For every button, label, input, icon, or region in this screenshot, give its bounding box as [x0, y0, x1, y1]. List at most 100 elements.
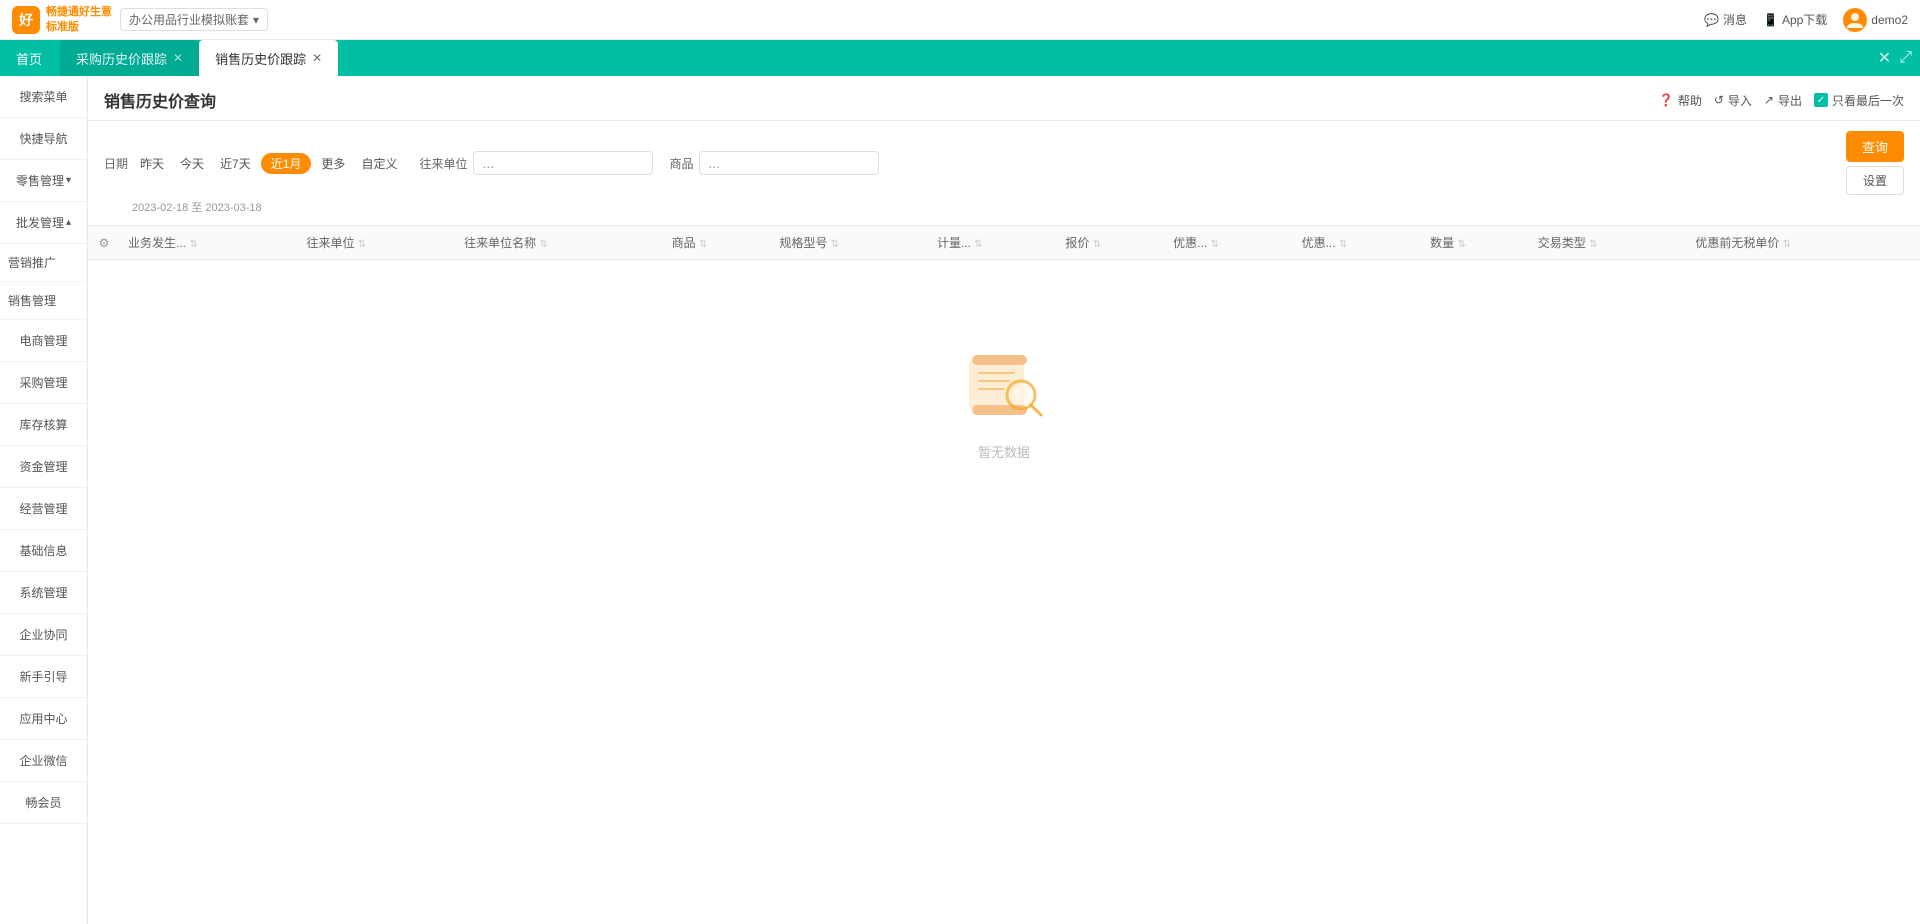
th-pre-tax-price[interactable]: 优惠前无税单价 ⇅ [1687, 226, 1920, 260]
sidebar-item-beginner[interactable]: 新手引导 [0, 656, 87, 698]
date-btn-more[interactable]: 更多 [315, 153, 351, 174]
sidebar-item-operations[interactable]: 经营管理 [0, 488, 87, 530]
message-icon: 💬 [1704, 13, 1719, 27]
th-gear[interactable]: ⚙ [88, 226, 120, 260]
top-bar: 好 畅捷通好生意 标准版 办公用品行业模拟账套 ▾ 💬 消息 📱 App下载 [0, 0, 1920, 40]
app-download-button[interactable]: 📱 App下载 [1763, 11, 1827, 28]
th-spec[interactable]: 规格型号 ⇅ [771, 226, 929, 260]
top-bar-left: 好 畅捷通好生意 标准版 办公用品行业模拟账套 ▾ [12, 5, 268, 34]
sidebar-item-ecommerce[interactable]: 电商管理 [0, 320, 87, 362]
sidebar-item-system-mgmt[interactable]: 系统管理 [0, 572, 87, 614]
setting-button[interactable]: 设置 [1846, 166, 1904, 195]
th-discount1[interactable]: 优惠... ⇅ [1165, 226, 1293, 260]
date-btn-1month[interactable]: 近1月 [261, 153, 312, 174]
th-discount2[interactable]: 优惠... ⇅ [1294, 226, 1422, 260]
th-unit[interactable]: 计量... ⇅ [929, 226, 1057, 260]
partner-filter: 往来单位 ... [419, 151, 653, 175]
th-partner-name[interactable]: 往来单位名称 ⇅ [456, 226, 664, 260]
sidebar-item-marketing[interactable]: 营销推广 [0, 244, 87, 282]
tab-purchase-history[interactable]: 采购历史价跟踪 ✕ [60, 40, 199, 76]
sidebar-item-basic-info[interactable]: 基础信息 [0, 530, 87, 572]
checkbox-checked-icon: ✓ [1814, 93, 1828, 107]
import-icon: ↺ [1714, 93, 1724, 107]
partner-dots: ... [482, 155, 494, 171]
message-button[interactable]: 💬 消息 [1704, 11, 1747, 28]
th-biz-date[interactable]: 业务发生... ⇅ [120, 226, 298, 260]
tab-home[interactable]: 首页 [0, 40, 58, 76]
export-icon: ↗ [1764, 93, 1774, 107]
th-product[interactable]: 商品 ⇅ [664, 226, 772, 260]
sidebar-item-search-menu[interactable]: 搜索菜单 [0, 76, 87, 118]
sort-icon-spec: ⇅ [831, 239, 839, 250]
sidebar-item-inventory[interactable]: 库存核算 [0, 404, 87, 446]
gear-icon[interactable]: ⚙ [99, 236, 110, 250]
date-btn-yesterday[interactable]: 昨天 [134, 153, 170, 174]
product-input[interactable]: ... [699, 151, 879, 175]
partner-label: 往来单位 [419, 155, 467, 172]
sidebar-item-app-center[interactable]: 应用中心 [0, 698, 87, 740]
workspace-selector[interactable]: 办公用品行业模拟账套 ▾ [120, 8, 268, 31]
partner-input[interactable]: ... [473, 151, 653, 175]
date-label: 日期 [104, 155, 128, 172]
sort-icon-trade-type: ⇅ [1589, 239, 1597, 250]
tab-purchase-history-close[interactable]: ✕ [173, 51, 183, 65]
date-btn-today[interactable]: 今天 [174, 153, 210, 174]
sidebar-item-wechat[interactable]: 企业微信 [0, 740, 87, 782]
close-tab-button[interactable]: ✕ [1878, 48, 1891, 68]
chevron-down-icon: ▾ [66, 175, 71, 186]
sidebar-item-purchase-mgmt[interactable]: 采购管理 [0, 362, 87, 404]
sidebar: 搜索菜单 快捷导航 零售管理 ▾ 批发管理 ▴ 营销推广 销售管理 电商管理 采… [0, 76, 88, 924]
only-last-checkbox-label[interactable]: ✓ 只看最后一次 [1814, 92, 1904, 109]
sidebar-item-member[interactable]: 畅会员 [0, 782, 87, 824]
help-button[interactable]: ❓ 帮助 [1659, 92, 1702, 109]
th-trade-type[interactable]: 交易类型 ⇅ [1530, 226, 1688, 260]
date-filter: 日期 昨天 今天 近7天 近1月 更多 自定义 [104, 153, 403, 174]
user-menu[interactable]: demo2 [1843, 8, 1908, 32]
date-shortcuts: 昨天 今天 近7天 近1月 更多 自定义 [134, 153, 403, 174]
logo-area: 好 畅捷通好生意 标准版 [12, 5, 112, 34]
avatar [1843, 8, 1867, 32]
th-partner-code[interactable]: 往来单位 ⇅ [298, 226, 456, 260]
logo-text: 畅捷通好生意 标准版 [46, 5, 112, 34]
th-quantity[interactable]: 数量 ⇅ [1422, 226, 1530, 260]
sort-icon-discount2: ⇅ [1339, 239, 1347, 250]
sidebar-item-sales-mgmt[interactable]: 销售管理 [0, 282, 87, 320]
query-button[interactable]: 查询 [1846, 131, 1904, 162]
th-price[interactable]: 报价 ⇅ [1057, 226, 1165, 260]
download-icon: 📱 [1763, 13, 1778, 27]
empty-state: 暂无数据 [88, 260, 1920, 541]
sort-icon-unit: ⇅ [974, 239, 982, 250]
chevron-down-icon: ▾ [253, 13, 259, 27]
filter-area: 日期 昨天 今天 近7天 近1月 更多 自定义 往来单位 ... [88, 121, 1920, 226]
sort-icon-partner-name: ⇅ [539, 239, 547, 250]
table-body: 暂无数据 [88, 260, 1920, 542]
page-actions: ❓ 帮助 ↺ 导入 ↗ 导出 ✓ 只看最后一次 [1659, 92, 1904, 109]
date-range-text: 2023-02-18 至 2023-03-18 [132, 199, 1904, 215]
filter-buttons: 查询 设置 [1846, 131, 1904, 195]
maximize-button[interactable]: ⤢ [1899, 49, 1912, 67]
page-header: 销售历史价查询 ❓ 帮助 ↺ 导入 ↗ 导出 ✓ 只看最后一次 [88, 76, 1920, 121]
tab-sales-history-close[interactable]: ✕ [312, 51, 322, 65]
empty-row: 暂无数据 [88, 260, 1920, 542]
product-dots: ... [708, 155, 720, 171]
sort-icon-partner-code: ⇅ [358, 239, 366, 250]
date-btn-custom[interactable]: 自定义 [355, 153, 403, 174]
filter-row: 日期 昨天 今天 近7天 近1月 更多 自定义 往来单位 ... [104, 131, 1904, 195]
sidebar-item-retail-mgmt[interactable]: 零售管理 ▾ [0, 160, 87, 202]
import-button[interactable]: ↺ 导入 [1714, 92, 1752, 109]
table-header-row: ⚙ 业务发生... ⇅ 往来单位 ⇅ 往来单位名称 ⇅ [88, 226, 1920, 260]
sort-icon-product: ⇅ [699, 239, 707, 250]
empty-text: 暂无数据 [978, 442, 1030, 461]
empty-illustration [954, 340, 1054, 430]
sidebar-item-finance[interactable]: 资金管理 [0, 446, 87, 488]
sidebar-item-enterprise[interactable]: 企业协同 [0, 614, 87, 656]
sort-icon-price: ⇅ [1093, 239, 1101, 250]
date-btn-7days[interactable]: 近7天 [214, 153, 257, 174]
top-bar-right: 💬 消息 📱 App下载 demo2 [1704, 8, 1908, 32]
sidebar-item-quick-nav[interactable]: 快捷导航 [0, 118, 87, 160]
tab-sales-history[interactable]: 销售历史价跟踪 ✕ [199, 40, 338, 76]
sort-icon-quantity: ⇅ [1457, 239, 1465, 250]
export-button[interactable]: ↗ 导出 [1764, 92, 1802, 109]
sidebar-item-wholesale-mgmt[interactable]: 批发管理 ▴ [0, 202, 87, 244]
sort-icon-discount1: ⇅ [1210, 239, 1218, 250]
